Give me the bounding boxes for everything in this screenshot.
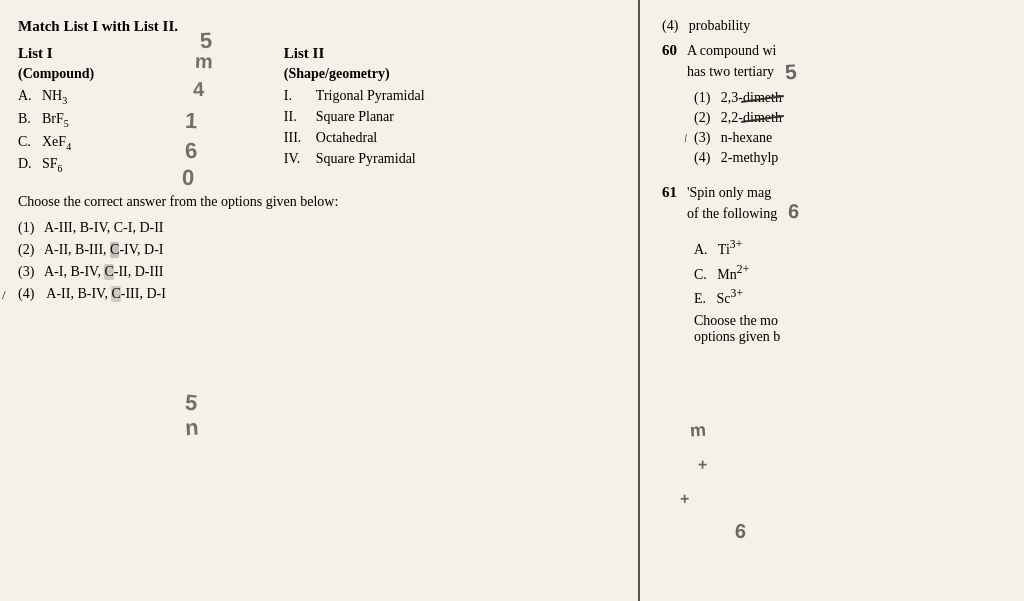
item-label: A. — [18, 88, 38, 104]
roman-numeral: I. — [284, 88, 312, 104]
q60-option: (2) 2,2-dimeth — [694, 110, 1006, 126]
options-list: (1) A-III, B-IV, C-I, D-II (2) A-II, B-I… — [18, 220, 614, 302]
strikethrough: dimeth — [743, 90, 782, 106]
option-text: A-II, B-IV, C-III, D-I — [46, 286, 166, 302]
lists-container: List I (Compound) A. NH3 B. BrF5 C. XeF4… — [18, 45, 614, 179]
list-item: C. XeF4 — [18, 134, 254, 152]
list2-header: List II — [284, 45, 614, 62]
option-item: (1) A-III, B-IV, C-I, D-II — [18, 220, 614, 236]
q60-text: A compound wihas two tertiary — [687, 40, 776, 82]
list1-column: List I (Compound) A. NH3 B. BrF5 C. XeF4… — [18, 45, 254, 179]
option-num: (2) — [18, 242, 38, 258]
question-61: 61 'Spin only magof the following A. Ti3… — [662, 182, 1006, 345]
subscript: 4 — [66, 140, 71, 151]
option-text: A-II, B-III, C-IV, D-I — [44, 242, 164, 258]
roman-numeral: IV. — [284, 151, 312, 167]
compound: BrF5 — [42, 111, 69, 129]
list2-item: II. Square Planar — [284, 109, 614, 125]
prev-option4: (4) probability — [662, 18, 1006, 34]
right-panel: 5 6 m + + 6 (4) probability 60 A compoun… — [640, 0, 1024, 601]
q60-option: (4) 2-methylp — [694, 150, 1006, 166]
list-item: D. SF6 — [18, 156, 254, 174]
left-panel: 5 m 4 1 6 0 5 n Match List I with List I… — [0, 0, 640, 601]
list2-item: IV. Square Pyramidal — [284, 151, 614, 167]
roman-numeral: II. — [284, 109, 312, 125]
match-title: Match List I with List II. — [18, 18, 614, 35]
item-label: C. — [18, 134, 38, 150]
compound: XeF4 — [42, 134, 71, 152]
item-label: B. — [18, 111, 38, 127]
subscript: 6 — [58, 163, 63, 174]
list2-subheader: (Shape/geometry) — [284, 66, 614, 82]
geometry-text: Trigonal Pyramidal — [316, 88, 425, 104]
q61-option-row: A. Ti3+ — [694, 238, 1006, 258]
subscript: 3 — [62, 95, 67, 106]
geometry-text: Square Planar — [316, 109, 394, 125]
option-text: A-III, B-IV, C-I, D-II — [44, 220, 164, 236]
option-num: (3) — [18, 264, 38, 280]
q60-option: / (3) n-hexane — [694, 130, 1006, 146]
compound: NH3 — [42, 88, 67, 106]
geometry-text: Octahedral — [316, 130, 377, 146]
option-item: (2) A-II, B-III, C-IV, D-I — [18, 242, 614, 258]
q61-options: A. Ti3+ C. Mn2+ E. Sc3+ Choose the moopt… — [694, 238, 1006, 345]
option-a: A. Ti3+ — [694, 238, 742, 258]
list2-item: III. Octahedral — [284, 130, 614, 146]
question-60: 60 A compound wihas two tertiary (1) 2,3… — [662, 40, 1006, 166]
option-num: (4) — [18, 286, 34, 301]
option-num: (4) — [662, 18, 678, 33]
list2-item: I. Trigonal Pyramidal — [284, 88, 614, 104]
subscript: 5 — [64, 118, 69, 129]
option-item: / (4) A-II, B-IV, C-III, D-I — [18, 286, 614, 302]
list-item: A. NH3 — [18, 88, 254, 106]
strikethrough: dimeth — [743, 110, 782, 126]
roman-numeral: III. — [284, 130, 312, 146]
q61-text: 'Spin only magof the following — [687, 182, 777, 224]
list1-subheader: (Compound) — [18, 66, 254, 82]
option-num: (1) — [18, 220, 38, 236]
q60-options: (1) 2,3-dimeth (2) 2,2-dimeth / (3) n-he… — [694, 90, 1006, 166]
q61-choose: Choose the mooptions given b — [694, 313, 1006, 345]
q60-number: 60 — [662, 42, 677, 59]
list2-column: List II (Shape/geometry) I. Trigonal Pyr… — [254, 45, 614, 179]
compound: SF6 — [42, 156, 63, 174]
option-text: A-I, B-IV, C-II, D-III — [44, 264, 164, 280]
option-c: C. Mn2+ — [694, 263, 749, 283]
list1-header: List I — [18, 45, 254, 62]
geometry-text: Square Pyramidal — [316, 151, 416, 167]
q61-option-row: C. Mn2+ — [694, 263, 1006, 283]
q61-number: 61 — [662, 184, 677, 201]
list-item: B. BrF5 — [18, 111, 254, 129]
q60-option: (1) 2,3-dimeth — [694, 90, 1006, 106]
option-e: E. Sc3+ — [694, 287, 743, 307]
option-item: (3) A-I, B-IV, C-II, D-III — [18, 264, 614, 280]
q61-option-row: E. Sc3+ — [694, 287, 1006, 307]
choose-text: Choose the correct answer from the optio… — [18, 191, 614, 212]
item-label: D. — [18, 156, 38, 172]
